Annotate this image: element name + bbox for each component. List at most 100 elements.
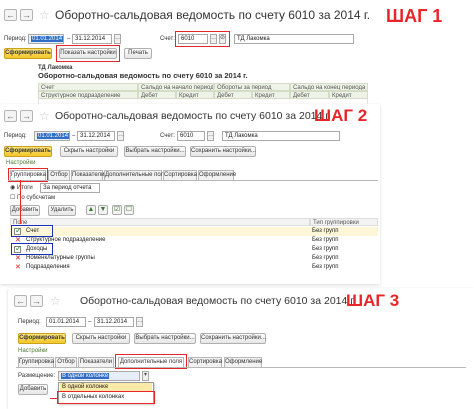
tab-indicators[interactable]: Показатели <box>78 357 114 367</box>
show-settings-highlight <box>56 45 120 62</box>
account-highlight <box>175 31 230 47</box>
generate-button[interactable]: Сформировать <box>4 48 52 59</box>
forward-icon[interactable]: → <box>20 110 33 122</box>
add-button[interactable]: Добавить <box>10 205 40 216</box>
table-row[interactable]: Счет Без групп <box>10 226 378 236</box>
header-subdivision: Структурное подразделение <box>38 91 138 99</box>
row-name: Подразделения <box>26 264 70 270</box>
row-type: Без групп <box>312 246 339 252</box>
forward-icon[interactable]: → <box>30 295 43 307</box>
period-label: Период: <box>4 133 27 139</box>
tab-grouping[interactable]: Группировка <box>18 357 54 367</box>
income-row-highlight <box>11 243 53 255</box>
save-settings-button[interactable]: Сохранить настройки... <box>190 146 256 157</box>
print-button[interactable]: Печать <box>124 48 152 59</box>
tab-appearance[interactable]: Оформление <box>198 170 236 180</box>
report-header-row-1: Счет Сальдо на начало периода Обороты за… <box>38 83 368 91</box>
forward-icon[interactable]: → <box>20 9 33 21</box>
generate-button[interactable]: Сформировать <box>18 333 66 344</box>
grouping-table-header: Поле Тип группировки <box>10 218 378 226</box>
choose-settings-button[interactable]: Выбрать настройки... <box>124 146 186 157</box>
favorite-star-icon[interactable]: ☆ <box>39 9 50 21</box>
tab-sorting[interactable]: Сортировка <box>163 170 197 180</box>
account-select-button[interactable]: … <box>207 131 214 141</box>
header-account: Счет <box>38 83 138 91</box>
add-button[interactable]: Добавить <box>18 384 48 395</box>
tab-indicators[interactable]: Показатели <box>71 170 104 180</box>
hide-settings-button[interactable]: Скрыть настройки <box>60 146 118 157</box>
back-icon[interactable]: ← <box>14 295 27 307</box>
arrow-to-option <box>50 398 58 399</box>
move-down-icon[interactable]: ▼ <box>98 205 108 215</box>
header-turnover-credit: Кредит <box>252 91 290 99</box>
account-label: Счет: <box>160 133 175 139</box>
report-title: Оборотно-сальдовая ведомость по счету 60… <box>38 71 248 80</box>
organization-field[interactable]: ТД Лакомка <box>222 131 340 141</box>
header-turnover: Обороты за период <box>214 83 290 91</box>
arrow-to-checkboxes <box>20 180 21 224</box>
back-icon[interactable]: ← <box>4 9 17 21</box>
step2-label: ШАГ 2 <box>314 106 368 125</box>
col-field: Поле <box>10 218 310 226</box>
report-header-row-2: Структурное подразделение Дебет Кредит Д… <box>38 91 368 99</box>
favorite-star-icon[interactable]: ☆ <box>39 110 50 122</box>
header-turnover-debit: Дебет <box>214 91 252 99</box>
period-from-field[interactable]: 01.01.2014 <box>28 34 64 44</box>
report-period-select[interactable]: За период отчета <box>40 183 100 193</box>
tab-filter[interactable]: Отбор <box>48 170 70 180</box>
tab-additional-fields[interactable]: Дополнительные поля <box>104 170 167 180</box>
period-to-field[interactable]: 31.12.2014 <box>72 34 112 44</box>
row-type: Без групп <box>312 264 339 270</box>
uncheck-all-icon[interactable]: ☐ <box>124 205 134 215</box>
period-to-field[interactable]: 31.12.2014 <box>77 131 115 141</box>
period-dash: – <box>67 36 71 42</box>
period-from-field[interactable]: 01.01.2014 <box>34 131 70 141</box>
save-settings-button[interactable]: Сохранить настройки... <box>200 333 266 344</box>
row-name: Номенклатурные группы <box>26 255 95 261</box>
period-from-field[interactable]: 01.01.2014 <box>46 317 86 327</box>
row-type: Без групп <box>312 255 339 261</box>
tab-filter[interactable]: Отбор <box>55 357 77 367</box>
header-opening-balance: Сальдо на начало периода <box>138 83 214 91</box>
period-dash: – <box>88 319 92 325</box>
row-type: Без групп <box>312 237 339 243</box>
step1-panel: ← → ☆ Оборотно-сальдовая ведомость по сч… <box>0 0 474 108</box>
table-row[interactable]: ✕ Номенклатурные группы Без групп <box>10 254 378 263</box>
period-select-button[interactable]: … <box>114 34 121 44</box>
tabs-underline <box>8 180 378 181</box>
placement-label: Размещение: <box>18 373 56 379</box>
remove-icon[interactable]: ✕ <box>15 264 21 271</box>
move-up-icon[interactable]: ▲ <box>86 205 96 215</box>
step3-label: ШАГ 3 <box>346 291 400 310</box>
check-all-icon[interactable]: ☑ <box>112 205 122 215</box>
remove-icon[interactable]: ✕ <box>15 255 21 262</box>
header-closing-debit: Дебет <box>290 91 329 99</box>
placement-select[interactable]: В одной колонке <box>58 371 140 381</box>
tab-appearance[interactable]: Оформление <box>224 357 262 367</box>
delete-button[interactable]: Удалить <box>48 205 76 216</box>
table-row[interactable]: ✕ Подразделения Без групп <box>10 263 378 272</box>
period-dash: – <box>72 133 76 139</box>
table-row[interactable]: Доходы Без групп <box>10 244 378 254</box>
settings-section-label: Настройки <box>18 348 48 354</box>
period-label: Период: <box>4 36 27 42</box>
tab-sorting[interactable]: Сортировка <box>188 357 222 367</box>
organization-field[interactable]: ТД Лакомка <box>234 34 354 44</box>
step2-window-title: Оборотно-сальдовая ведомость по счету 60… <box>55 110 331 122</box>
hide-settings-button[interactable]: Скрыть настройки <box>72 333 130 344</box>
separate-columns-highlight <box>57 391 155 404</box>
period-select-button[interactable]: … <box>136 317 143 327</box>
generate-button[interactable]: Сформировать <box>4 146 52 157</box>
period-to-field[interactable]: 31.12.2014 <box>94 317 134 327</box>
choose-settings-button[interactable]: Выбрать настройки... <box>134 333 196 344</box>
chevron-down-icon[interactable]: ▾ <box>142 371 149 381</box>
totals-label: ◉ Итоги <box>10 185 33 191</box>
account-field[interactable]: 6010 <box>177 131 205 141</box>
step3-window-title: Оборотно-сальдовая ведомость по счету 60… <box>80 295 356 307</box>
period-select-button[interactable]: … <box>117 131 124 141</box>
by-subaccounts-checkbox[interactable]: ☐ По субсчетам <box>10 194 55 202</box>
table-row[interactable]: ✕ Структурное подразделение Без групп <box>10 236 378 245</box>
account-row-highlight <box>11 225 53 237</box>
back-icon[interactable]: ← <box>4 110 17 122</box>
favorite-star-icon[interactable]: ☆ <box>50 295 61 307</box>
